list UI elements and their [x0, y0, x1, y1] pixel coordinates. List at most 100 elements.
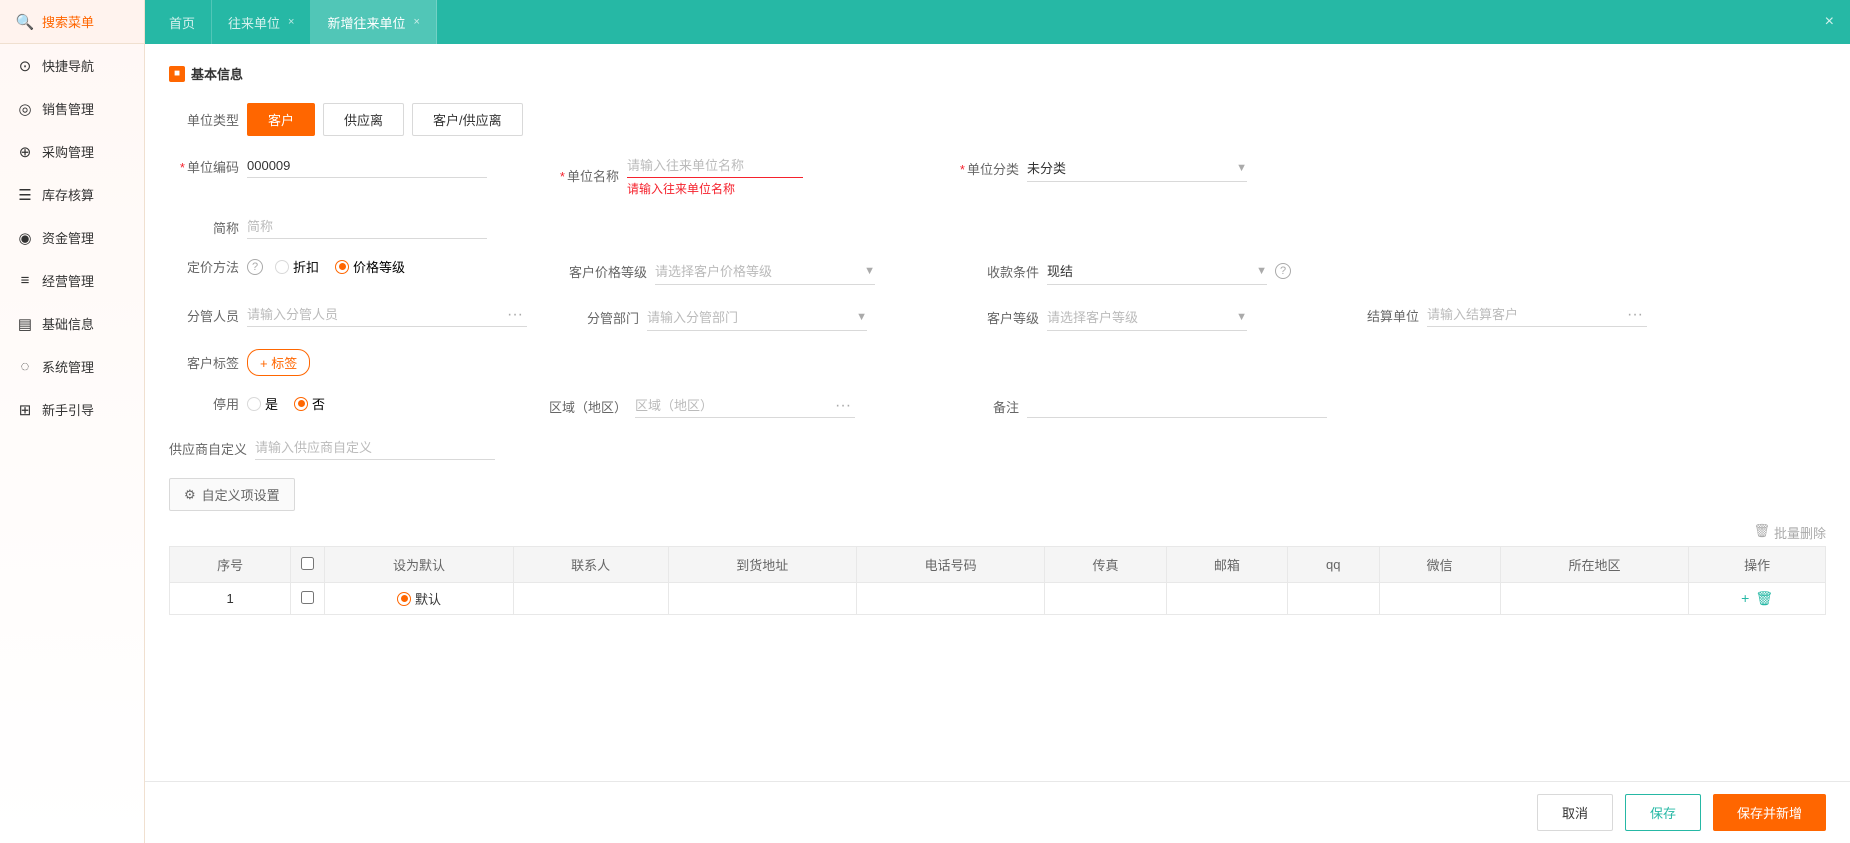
sidebar-search-label: 搜索菜单 — [42, 12, 94, 31]
payment-terms-field: 收款条件 现结 ▼ ? — [969, 257, 1329, 285]
sidebar-search[interactable]: 🔍 搜索菜单 — [0, 0, 144, 44]
manager-input[interactable] — [247, 303, 503, 326]
close-all-button[interactable]: × — [1817, 13, 1842, 31]
price-level-radio-label: 价格等级 — [353, 257, 405, 276]
tab-home[interactable]: 首页 — [153, 0, 212, 44]
sidebar: 🔍 搜索菜单 ⊙ 快捷导航 ◎ 销售管理 ⊕ 采购管理 ☰ 库存核算 ◉ 资金管… — [0, 0, 145, 843]
sidebar-item-finance[interactable]: ◉ 资金管理 — [0, 216, 144, 259]
tab-partners-close[interactable]: × — [288, 16, 294, 28]
supplier-custom-row: 供应商自定义 — [169, 436, 1826, 460]
unit-category-value: 未分类 — [1027, 158, 1066, 177]
department-placeholder: 请输入分管部门 — [647, 307, 738, 326]
row-action-btns: + 🗑 — [1699, 590, 1815, 607]
disabled-field: 停用 是 否 — [169, 394, 509, 413]
new-guide-icon: ⊞ — [16, 401, 34, 419]
tab-new-partner-close[interactable]: × — [413, 16, 419, 28]
unit-category-arrow: ▼ — [1236, 162, 1247, 174]
footer: 取消 保存 保存并新增 — [145, 781, 1850, 843]
sys-mgmt-icon: ◌ — [16, 358, 34, 376]
unit-type-label: 单位类型 — [169, 110, 239, 129]
sidebar-label-purchase: 采购管理 — [42, 142, 94, 161]
unit-category-field: *单位分类 未分类 ▼ — [949, 154, 1309, 182]
add-row-button[interactable]: + — [1741, 590, 1749, 607]
th-checkbox[interactable] — [301, 557, 314, 570]
tab-new-partner[interactable]: 新增往来单位 × — [311, 0, 436, 44]
unit-code-input[interactable] — [247, 154, 487, 178]
sidebar-item-new-guide[interactable]: ⊞ 新手引导 — [0, 388, 144, 431]
add-tag-button[interactable]: + 标签 — [247, 349, 310, 376]
th-contact: 联系人 — [513, 547, 668, 583]
supplier-custom-label: 供应商自定义 — [169, 439, 247, 458]
payment-terms-arrow: ▼ — [1256, 265, 1267, 277]
td-default: 默认 — [325, 583, 513, 615]
sidebar-label-quick-nav: 快捷导航 — [42, 56, 94, 75]
default-radio-group: 默认 — [335, 589, 502, 608]
batch-delete-button[interactable]: 批量删除 — [1774, 523, 1826, 542]
code-name-category-row: *单位编码 *单位名称 请输入往来单位名称 *单位分类 — [169, 154, 1826, 197]
td-email — [1166, 583, 1287, 615]
region-ellipsis[interactable]: ··· — [831, 397, 855, 415]
sidebar-item-sales-mgmt[interactable]: ◎ 销售管理 — [0, 87, 144, 130]
tab-new-partner-label: 新增往来单位 — [327, 13, 405, 32]
td-wechat — [1379, 583, 1500, 615]
tab-partners[interactable]: 往来单位 × — [212, 0, 311, 44]
settlement-unit-input[interactable] — [1427, 303, 1623, 326]
customer-level-select[interactable]: 请选择客户等级 ▼ — [1047, 303, 1247, 331]
unit-name-label: *单位名称 — [549, 166, 619, 185]
settlement-unit-input-wrapper: ··· — [1427, 303, 1647, 327]
payment-terms-label: 收款条件 — [969, 262, 1039, 281]
pricing-radio-discount[interactable]: 折扣 — [275, 257, 319, 276]
save-new-button[interactable]: 保存并新增 — [1713, 794, 1826, 831]
unit-category-select[interactable]: 未分类 ▼ — [1027, 154, 1247, 182]
th-check — [291, 547, 325, 583]
sidebar-label-new-guide: 新手引导 — [42, 400, 94, 419]
td-contact — [513, 583, 668, 615]
delete-row-button[interactable]: 🗑 — [1755, 590, 1773, 607]
unit-btn-both[interactable]: 客户/供应离 — [412, 103, 523, 136]
settlement-unit-ellipsis[interactable]: ··· — [1623, 306, 1647, 324]
disabled-label: 停用 — [169, 394, 239, 413]
unit-category-label: *单位分类 — [949, 159, 1019, 178]
sidebar-item-quick-nav[interactable]: ⊙ 快捷导航 — [0, 44, 144, 87]
unit-btn-supplier[interactable]: 供应离 — [323, 103, 404, 136]
disabled-radio-no[interactable]: 否 — [294, 394, 325, 413]
disabled-radio-yes[interactable]: 是 — [247, 394, 278, 413]
td-area — [1500, 583, 1688, 615]
payment-terms-help-icon[interactable]: ? — [1275, 263, 1291, 279]
department-select[interactable]: 请输入分管部门 ▼ — [647, 303, 867, 331]
customer-price-level-arrow: ▼ — [864, 265, 875, 277]
sidebar-item-operations[interactable]: ≡ 经营管理 — [0, 259, 144, 302]
th-phone: 电话号码 — [856, 547, 1044, 583]
supplier-custom-input[interactable] — [255, 436, 495, 460]
payment-terms-select[interactable]: 现结 ▼ — [1047, 257, 1267, 285]
custom-settings-button[interactable]: ⚙ 自定义项设置 — [169, 478, 295, 511]
customer-tag-row: 客户标签 + 标签 — [169, 349, 1826, 376]
sidebar-item-basic-info[interactable]: ▤ 基础信息 — [0, 302, 144, 345]
unit-btn-customer[interactable]: 客户 — [247, 103, 315, 136]
short-name-field: 简称 — [169, 215, 509, 239]
td-address — [668, 583, 856, 615]
cancel-button[interactable]: 取消 — [1537, 794, 1613, 831]
region-input-wrapper: ··· — [635, 394, 855, 418]
remark-label: 备注 — [949, 397, 1019, 416]
pricing-help-icon[interactable]: ? — [247, 259, 263, 275]
manager-ellipsis[interactable]: ··· — [503, 306, 527, 324]
unit-code-field: *单位编码 — [169, 154, 509, 178]
section-title-basic-info: ■ 基本信息 — [169, 64, 1826, 83]
default-radio-item[interactable]: 默认 — [397, 589, 441, 608]
short-name-input[interactable] — [247, 215, 487, 239]
form-content: ■ 基本信息 单位类型 客户 供应离 客户/供应离 *单位编码 — [145, 44, 1850, 781]
pricing-radio-price-level[interactable]: 价格等级 — [335, 257, 405, 276]
row-checkbox[interactable] — [301, 591, 314, 604]
sidebar-item-inventory[interactable]: ☰ 库存核算 — [0, 173, 144, 216]
default-radio-dot — [401, 595, 408, 602]
save-button[interactable]: 保存 — [1625, 794, 1701, 831]
customer-price-level-field: 客户价格等级 请选择客户价格等级 ▼ — [569, 257, 929, 285]
unit-name-input[interactable] — [627, 154, 803, 178]
sidebar-item-purchase-mgmt[interactable]: ⊕ 采购管理 — [0, 130, 144, 173]
customer-price-level-select[interactable]: 请选择客户价格等级 ▼ — [655, 257, 875, 285]
sidebar-label-sys-mgmt: 系统管理 — [42, 357, 94, 376]
region-input[interactable] — [635, 394, 831, 417]
sidebar-item-sys-mgmt[interactable]: ◌ 系统管理 — [0, 345, 144, 388]
remark-input[interactable] — [1027, 394, 1327, 418]
